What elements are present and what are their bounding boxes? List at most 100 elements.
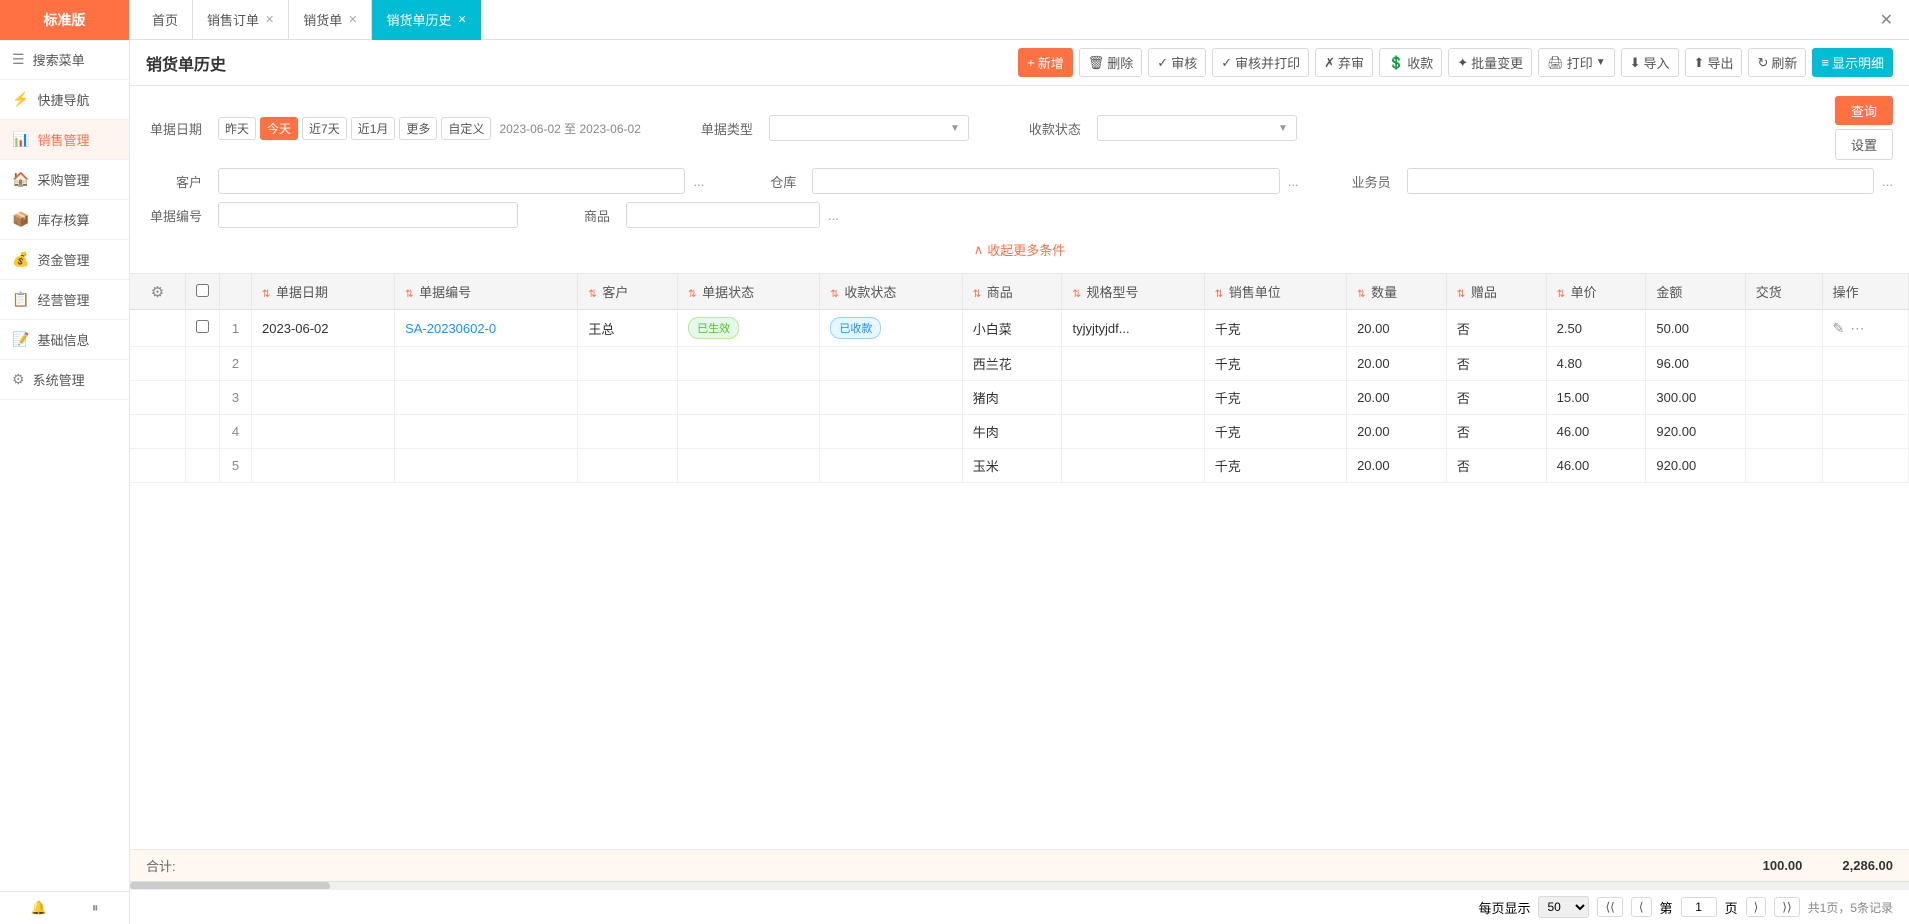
sidebar-item-ops[interactable]: 📋 经营管理 — [0, 280, 129, 320]
sidebar-item-basic-info[interactable]: 📝 基础信息 — [0, 320, 129, 360]
page-next-btn[interactable]: ⟩ — [1746, 897, 1767, 917]
goods-label: 商品 — [554, 206, 610, 225]
cell-customer: 王总 — [578, 310, 678, 347]
cell-checkbox — [186, 347, 220, 381]
goods-input[interactable] — [626, 202, 820, 228]
col-status[interactable]: ⇅ 单据状态 — [678, 274, 820, 310]
cell-gift: 否 — [1446, 449, 1546, 483]
edit-icon[interactable]: ✎ — [1833, 320, 1845, 337]
sidebar: 标准版 ☰ 搜索菜单 ⚡ 快捷导航 📊 销售管理 🏠 采购管理 📦 库存核算 💰… — [0, 0, 130, 924]
page-prev-btn[interactable]: ⟨ — [1631, 897, 1652, 917]
docno-link[interactable]: SA-20230602-0 — [405, 321, 496, 336]
collapse-row[interactable]: ∧ 收起更多条件 — [146, 236, 1893, 263]
settings-button[interactable]: 设置 — [1835, 129, 1893, 160]
customer-dots[interactable]: ... — [693, 174, 704, 189]
sidebar-item-finance[interactable]: 💰 资金管理 — [0, 240, 129, 280]
audit-print-button[interactable]: ✓ 审核并打印 — [1212, 48, 1309, 77]
col-goods[interactable]: ⇅ 商品 — [962, 274, 1062, 310]
warehouse-dots[interactable]: ... — [1288, 174, 1299, 189]
page-input[interactable] — [1681, 897, 1717, 917]
sidebar-bottom-icon2[interactable]: ⏸ — [92, 900, 99, 916]
date-btn-custom[interactable]: 自定义 — [441, 117, 491, 140]
page-last-btn[interactable]: ⟩⟩ — [1774, 897, 1799, 917]
sidebar-item-sys-mgmt[interactable]: ⚙ 系统管理 — [0, 360, 129, 400]
staff-input[interactable] — [1407, 168, 1874, 194]
filter-row-2: 客户 ... 仓库 ... 业务员 ... — [146, 168, 1893, 194]
tab-home[interactable]: 首页 — [138, 0, 193, 40]
sidebar-bottom-icon1[interactable]: 🔔 — [31, 900, 47, 916]
select-all-checkbox[interactable] — [196, 284, 209, 297]
col-qty[interactable]: ⇅ 数量 — [1347, 274, 1447, 310]
tab-sales-history[interactable]: 销货单历史 ✕ — [372, 0, 481, 40]
import-button[interactable]: ⬇ 导入 — [1621, 48, 1679, 77]
query-button[interactable]: 查询 — [1835, 96, 1893, 125]
batch-change-button[interactable]: ✦ 批量变更 — [1448, 48, 1532, 77]
cell-unit: 千克 — [1204, 449, 1346, 483]
warehouse-input[interactable] — [812, 168, 1279, 194]
refresh-button[interactable]: ↻ 刷新 — [1748, 48, 1806, 77]
payment-dropdown-icon: ▼ — [1278, 123, 1288, 134]
date-range: 2023-06-02 至 2023-06-02 — [499, 120, 640, 137]
collapse-label: 收起更多条件 — [987, 240, 1065, 259]
row-checkbox[interactable] — [196, 320, 209, 333]
col-gift[interactable]: ⇅ 赠品 — [1446, 274, 1546, 310]
sales-mgmt-icon: 📊 — [12, 131, 29, 148]
col-unit[interactable]: ⇅ 销售单位 — [1204, 274, 1346, 310]
sidebar-item-inventory[interactable]: 📦 库存核算 — [0, 200, 129, 240]
tab-close-sales-history[interactable]: ✕ — [458, 13, 467, 26]
cell-qty: 20.00 — [1347, 381, 1447, 415]
page-first-btn[interactable]: ⟨⟨ — [1597, 897, 1622, 917]
close-all-tabs[interactable]: ✕ — [1872, 10, 1901, 30]
col-checkbox — [186, 274, 220, 310]
export-button[interactable]: ⬆ 导出 — [1685, 48, 1743, 77]
col-action: 操作 — [1822, 274, 1908, 310]
col-date[interactable]: ⇅ 单据日期 — [252, 274, 395, 310]
col-customer[interactable]: ⇅ 客户 — [578, 274, 678, 310]
tab-sales-goods[interactable]: 销货单 ✕ — [289, 0, 372, 40]
collect-button[interactable]: 💲 收款 — [1379, 48, 1442, 77]
cell-goods: 西兰花 — [962, 347, 1062, 381]
date-btn-more[interactable]: 更多 — [399, 117, 437, 140]
tab-close-sales-order[interactable]: ✕ — [265, 13, 274, 26]
sidebar-item-purchase-mgmt[interactable]: 🏠 采购管理 — [0, 160, 129, 200]
print-button[interactable]: 🖨 打印 ▼ — [1538, 48, 1614, 77]
cell-docno — [395, 449, 578, 483]
col-price[interactable]: ⇅ 单价 — [1546, 274, 1646, 310]
filter-row-3: 单据编号 商品 ... — [146, 202, 1893, 228]
goods-dots[interactable]: ... — [828, 208, 839, 223]
payment-dropdown[interactable]: ▼ — [1097, 115, 1297, 141]
sidebar-item-search-menu[interactable]: ☰ 搜索菜单 — [0, 40, 129, 80]
sidebar-item-sales-mgmt[interactable]: 📊 销售管理 — [0, 120, 129, 160]
settings-gear-icon[interactable]: ⚙ — [151, 284, 164, 301]
tab-sales-order[interactable]: 销售订单 ✕ — [193, 0, 289, 40]
tab-close-sales-goods[interactable]: ✕ — [348, 13, 357, 26]
page-size-select[interactable]: 50 100 200 — [1538, 896, 1589, 918]
col-docno[interactable]: ⇅ 单据编号 — [395, 274, 578, 310]
date-btn-yesterday[interactable]: 昨天 — [218, 117, 256, 140]
col-spec[interactable]: ⇅ 规格型号 — [1062, 274, 1204, 310]
audit-button[interactable]: ✓ 审核 — [1148, 48, 1206, 77]
sidebar-item-quick-nav[interactable]: ⚡ 快捷导航 — [0, 80, 129, 120]
customer-input[interactable] — [218, 168, 685, 194]
docno-input[interactable] — [218, 202, 518, 228]
show-details-button[interactable]: ≡ 显示明细 — [1812, 48, 1893, 77]
add-button[interactable]: + 新增 — [1018, 48, 1073, 77]
cell-status — [678, 381, 820, 415]
cell-unit: 千克 — [1204, 415, 1346, 449]
cell-goods: 牛肉 — [962, 415, 1062, 449]
col-num — [220, 274, 252, 310]
type-dropdown[interactable]: ▼ — [769, 115, 969, 141]
cell-price: 46.00 — [1546, 415, 1646, 449]
more-icon[interactable]: ⋯ — [1850, 320, 1864, 337]
discard-button[interactable]: ✗ 弃审 — [1315, 48, 1373, 77]
col-payment[interactable]: ⇅ 收款状态 — [820, 274, 962, 310]
cell-price: 4.80 — [1546, 347, 1646, 381]
cell-settings — [130, 347, 186, 381]
date-btn-7days[interactable]: 近7天 — [302, 117, 347, 140]
date-btn-today[interactable]: 今天 — [260, 117, 298, 140]
status-badge: 已生效 — [688, 317, 739, 339]
staff-dots[interactable]: ... — [1882, 174, 1893, 189]
col-settings[interactable]: ⚙ — [130, 274, 186, 310]
date-btn-1month[interactable]: 近1月 — [351, 117, 396, 140]
delete-button[interactable]: 🗑 删除 — [1079, 48, 1143, 77]
